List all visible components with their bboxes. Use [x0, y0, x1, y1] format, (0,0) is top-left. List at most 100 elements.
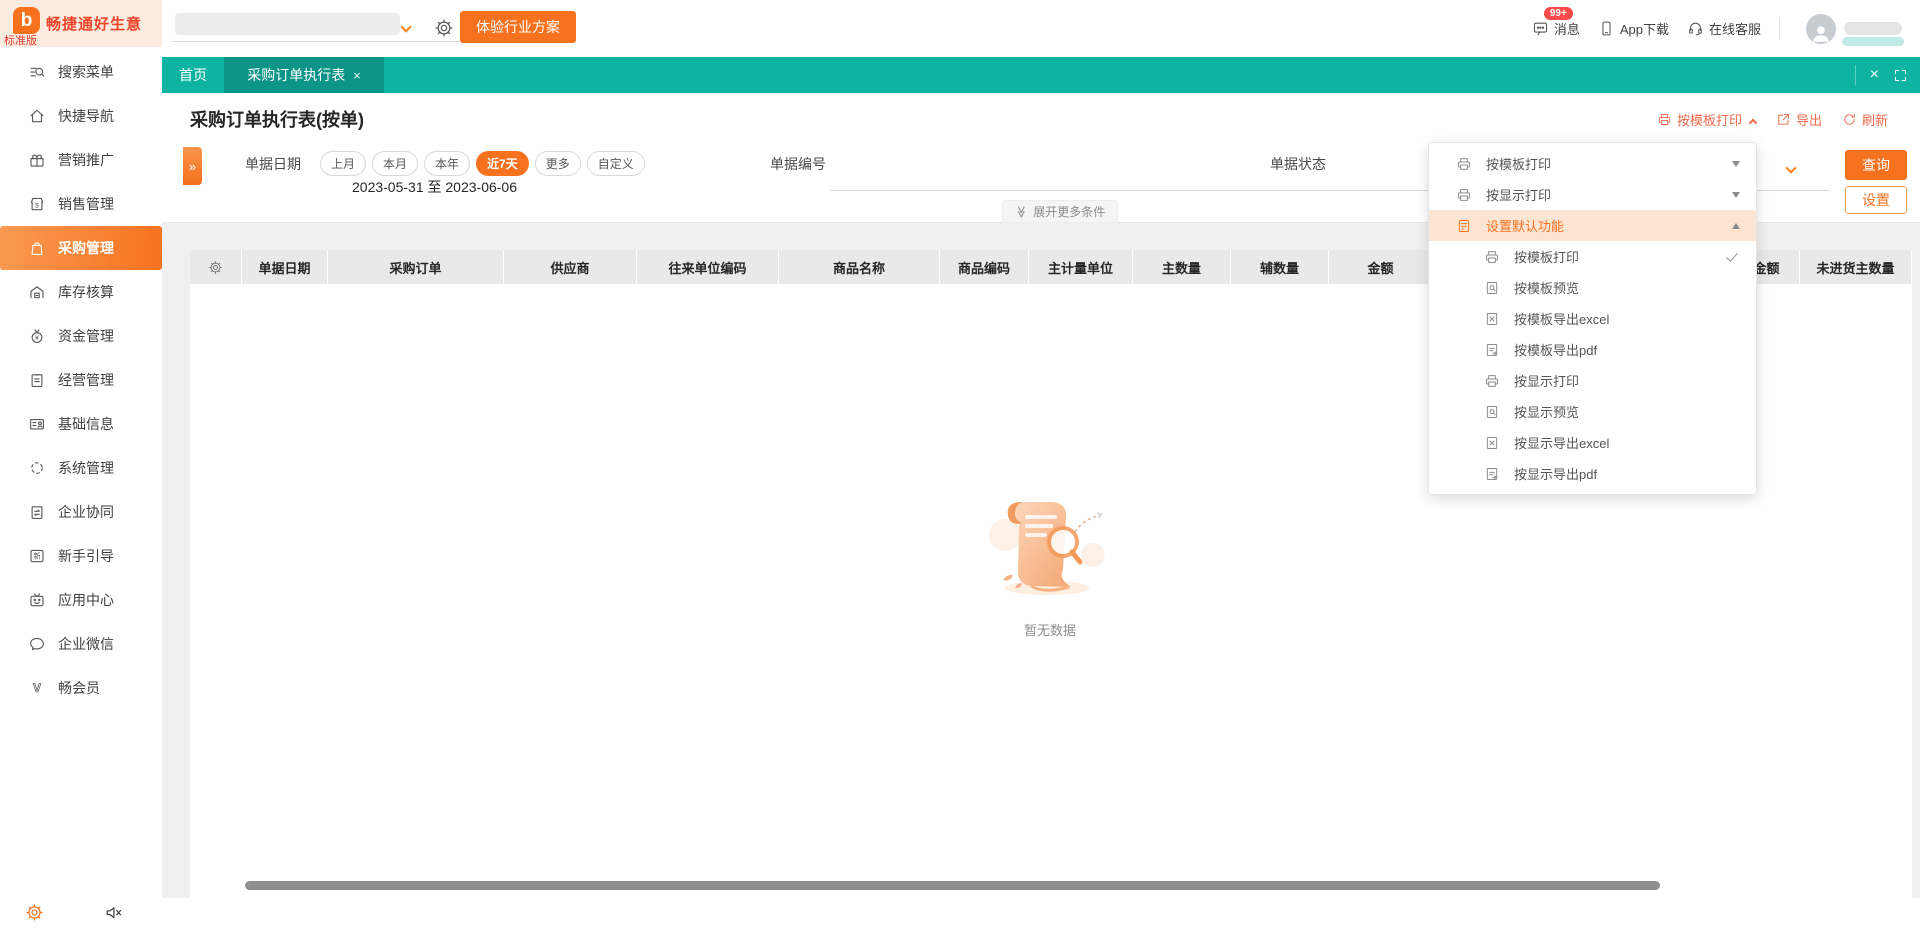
sidebar-item-store[interactable]: 销售管理 [0, 182, 162, 226]
menu-item-9[interactable]: 按显示导出excel [1429, 427, 1756, 458]
online-service-label: 在线客服 [1708, 22, 1761, 37]
column-header-主数量[interactable]: 主数量 [1133, 250, 1231, 284]
tabbar-right-controls: × [1843, 57, 1920, 93]
column-header-采购订单[interactable]: 采购订单 [328, 250, 504, 284]
sidebar-item-clipboard[interactable]: 经营管理 [0, 358, 162, 402]
sidebar-item-bag[interactable]: 采购管理 [0, 226, 162, 270]
close-all-tabs-icon[interactable]: × [1870, 67, 1879, 83]
sidebar-item-warehouse[interactable]: 库存核算 [0, 270, 162, 314]
sidebar-item-vip[interactable]: 畅会员 [0, 666, 162, 710]
export-button[interactable]: 导出 [1776, 110, 1822, 129]
column-header-商品编码[interactable]: 商品编码 [940, 250, 1029, 284]
column-header-往来单位编码[interactable]: 往来单位编码 [637, 250, 779, 284]
expand-more-conditions-button[interactable]: ≫ 展开更多条件 [1002, 200, 1118, 223]
online-service-link[interactable]: 在线客服 [1687, 19, 1761, 38]
column-header-辅数量[interactable]: 辅数量 [1231, 250, 1329, 284]
username-redacted [1844, 22, 1902, 35]
date-preset-pill[interactable]: 近7天 [476, 151, 529, 176]
menu-item-1[interactable]: 按显示打印 [1429, 179, 1756, 210]
sidebar-item-collab[interactable]: 企业协同 [0, 490, 162, 534]
print-icon [1484, 249, 1500, 265]
company-selector-underline [172, 41, 478, 42]
menu-item-10[interactable]: 按显示导出pdf [1429, 458, 1756, 489]
chevron-down-icon [1732, 191, 1740, 198]
menu-item-7[interactable]: 按显示打印 [1429, 365, 1756, 396]
sidebar-item-app[interactable]: 应用中心 [0, 578, 162, 622]
date-preset-pill[interactable]: 本年 [424, 151, 471, 176]
query-button[interactable]: 查询 [1845, 150, 1907, 180]
column-header-供应商[interactable]: 供应商 [504, 250, 637, 284]
horizontal-scrollbar[interactable] [245, 881, 1660, 890]
messages-label: 消息 [1553, 22, 1580, 37]
column-header-金额[interactable]: 金额 [1329, 250, 1433, 284]
date-range-value[interactable]: 2023-05-31 至 2023-06-06 [352, 177, 517, 197]
docset-icon [1456, 218, 1472, 234]
app-icon [28, 591, 46, 609]
menu-item-label: 设置默认功能 [1486, 219, 1565, 234]
industry-solution-button[interactable]: 体验行业方案 [460, 11, 576, 43]
date-preset-pill[interactable]: 上月 [320, 151, 367, 176]
menu-item-8[interactable]: 按显示预览 [1429, 396, 1756, 427]
company-selector-redacted[interactable] [175, 13, 400, 35]
menu-item-5[interactable]: 按模板导出excel [1429, 303, 1756, 334]
filter-settings-button[interactable]: 设置 [1845, 186, 1907, 214]
tab-purchase-order-report[interactable]: 采购订单执行表 × [224, 57, 384, 93]
sidebar-settings-gear-icon[interactable] [25, 903, 44, 927]
refresh-button[interactable]: 刷新 [1842, 110, 1888, 129]
status-chevron-down-icon[interactable] [1785, 159, 1797, 177]
column-header-主计量单位[interactable]: 主计量单位 [1029, 250, 1133, 284]
menu-item-label: 按模板打印 [1514, 250, 1580, 265]
user-account-menu[interactable] [1798, 10, 1910, 48]
double-chevron-down-icon: ≫ [1013, 205, 1028, 218]
menu-item-0[interactable]: 按模板打印 [1429, 148, 1756, 179]
menu-item-2[interactable]: 设置默认功能 [1429, 210, 1756, 241]
date-preset-pill[interactable]: 本月 [372, 151, 419, 176]
column-header-未进货主数量[interactable]: 未进货主数量 [1800, 250, 1912, 284]
menu-item-3[interactable]: 按模板打印 [1429, 241, 1756, 272]
chevron-up-icon [1732, 222, 1740, 229]
company-selector-chevron-down-icon[interactable] [400, 18, 412, 36]
app-download-link[interactable]: App下载 [1598, 19, 1669, 38]
sidebar-item-loader[interactable]: 系统管理 [0, 446, 162, 490]
loader-icon [28, 459, 46, 477]
tab-close-icon[interactable]: × [353, 68, 361, 83]
sidebar-mute-icon[interactable] [104, 903, 123, 927]
messages-link[interactable]: 消息 99+ [1532, 7, 1580, 38]
header-gear-icon[interactable] [434, 18, 454, 43]
header-divider [1779, 17, 1780, 40]
column-header-gear [190, 250, 242, 284]
person-icon [1810, 22, 1832, 44]
fullscreen-icon[interactable] [1893, 68, 1908, 83]
print-by-template-button[interactable]: 按模板打印 [1657, 110, 1758, 129]
brand-logo-block[interactable]: b 畅捷通好生意 标准版 [0, 0, 162, 47]
doc-date-label: 单据日期 [245, 156, 301, 172]
date-preset-pill[interactable]: 更多 [534, 151, 581, 176]
menu-item-4[interactable]: 按模板预览 [1429, 272, 1756, 303]
excel-icon [1484, 435, 1500, 451]
sidebar-item-label: 企业协同 [58, 504, 114, 520]
sidebar-item-wechat[interactable]: 企业微信 [0, 622, 162, 666]
empty-text: 暂无数据 [1023, 623, 1076, 638]
refresh-icon [1842, 112, 1857, 127]
sidebar-item-label: 新手引导 [58, 548, 114, 564]
new-icon [28, 547, 46, 565]
bottom-strip [0, 898, 1920, 937]
column-header-单据日期[interactable]: 单据日期 [242, 250, 328, 284]
sidebar-bottom-bar [0, 903, 162, 929]
export-button-label: 导出 [1796, 113, 1823, 128]
sidebar-item-home[interactable]: 快捷导航 [0, 94, 162, 138]
sidebar-item-money[interactable]: 资金管理 [0, 314, 162, 358]
column-header-商品名称[interactable]: 商品名称 [779, 250, 940, 284]
column-gear-icon[interactable] [208, 260, 223, 275]
date-preset-pill[interactable]: 自定义 [586, 151, 645, 176]
menu-item-6[interactable]: 按模板导出pdf [1429, 334, 1756, 365]
brand-name: 畅捷通好生意 [46, 16, 143, 33]
sidebar-item-search[interactable]: 搜索菜单 [0, 50, 162, 94]
menu-item-label: 按显示预览 [1514, 405, 1580, 420]
sidebar-item-gift[interactable]: 营销推广 [0, 138, 162, 182]
phone-icon [1598, 20, 1615, 37]
sidebar-item-card[interactable]: 基础信息 [0, 402, 162, 446]
sidebar-item-new[interactable]: 新手引导 [0, 534, 162, 578]
filter-collapse-expander[interactable]: » [183, 147, 202, 185]
tab-home[interactable]: 首页 [162, 57, 224, 93]
